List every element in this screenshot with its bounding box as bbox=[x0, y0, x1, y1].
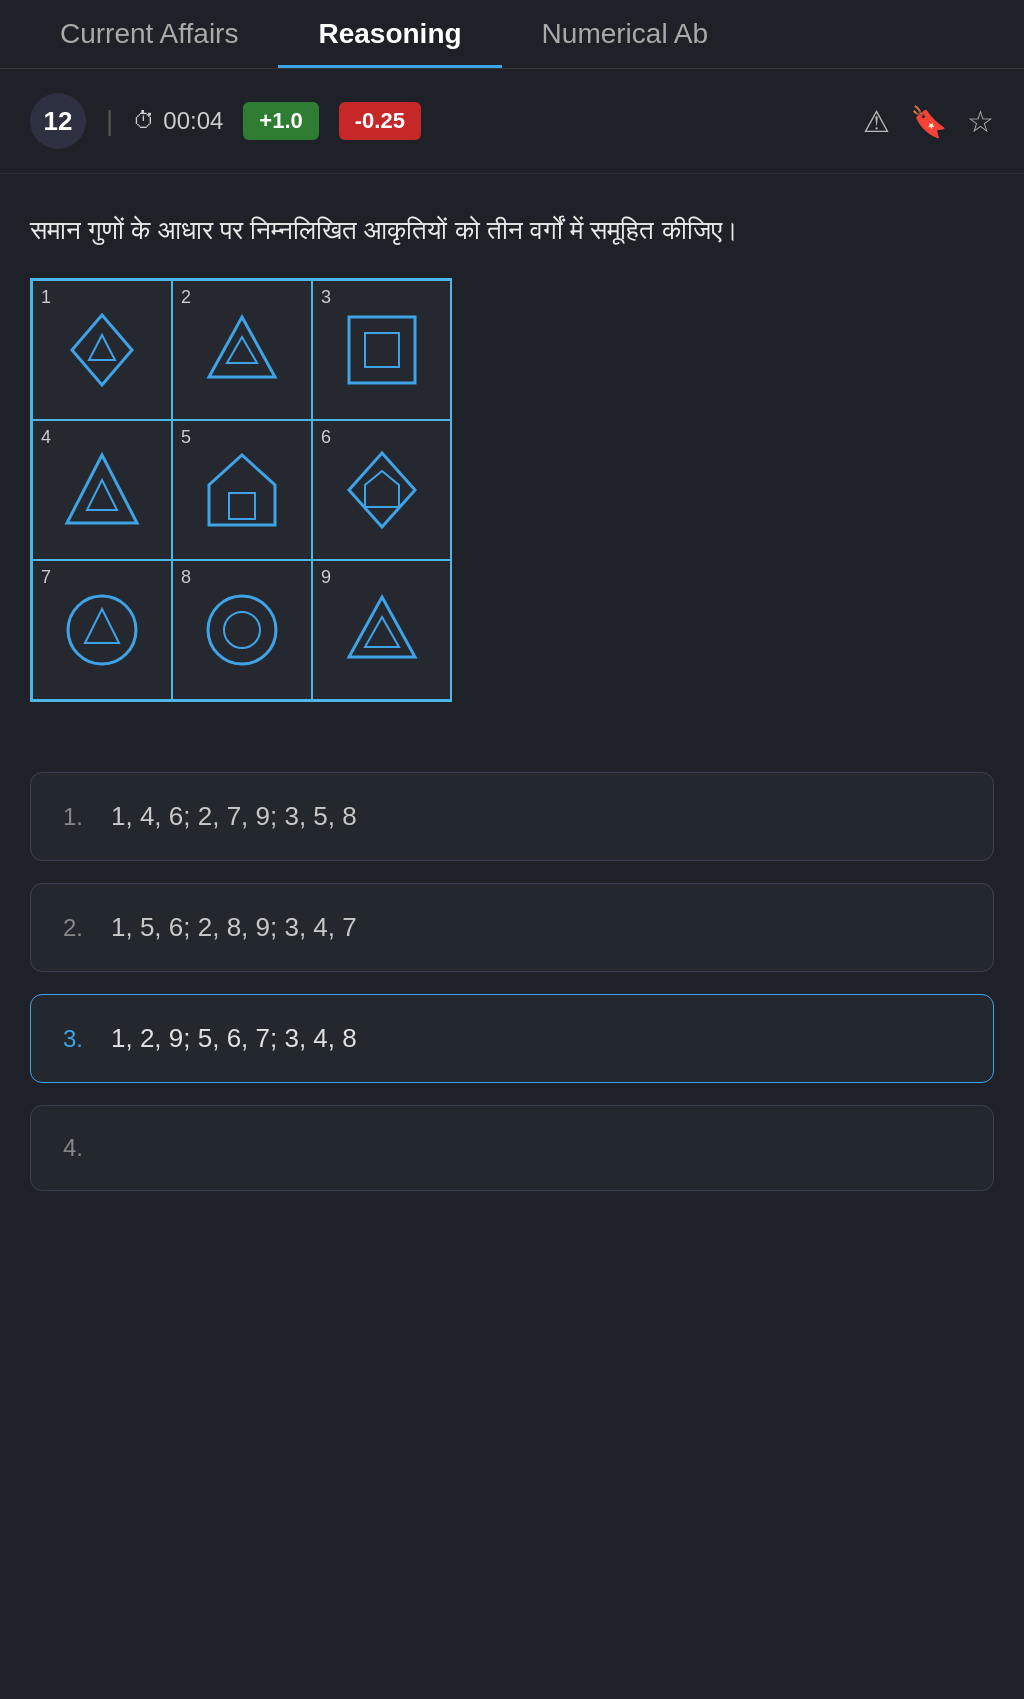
cell-shape-5 bbox=[197, 445, 287, 535]
svg-marker-6 bbox=[67, 455, 137, 523]
option-number-4: 4. bbox=[63, 1134, 93, 1162]
svg-marker-8 bbox=[209, 455, 275, 525]
grid-cell-8: 8 bbox=[172, 560, 312, 700]
cell-number-6: 6 bbox=[321, 427, 331, 448]
cell-number-7: 7 bbox=[41, 567, 51, 588]
negative-mark-badge: -0.25 bbox=[339, 102, 421, 140]
cell-shape-2 bbox=[197, 305, 287, 395]
question-text: समान गुणों के आधार पर निम्नलिखित आकृतियो… bbox=[30, 210, 994, 250]
cell-shape-6 bbox=[337, 445, 427, 535]
option-3[interactable]: 3. 1, 2, 9; 5, 6, 7; 3, 4, 8 bbox=[30, 994, 994, 1083]
svg-rect-5 bbox=[365, 333, 399, 367]
grid-cell-2: 2 bbox=[172, 280, 312, 420]
alert-icon[interactable]: ⚠ bbox=[863, 104, 890, 139]
svg-marker-1 bbox=[89, 335, 115, 360]
grid-cell-5: 5 bbox=[172, 420, 312, 560]
cell-number-9: 9 bbox=[321, 567, 331, 588]
cell-shape-4 bbox=[57, 445, 147, 535]
grid-cell-6: 6 bbox=[312, 420, 452, 560]
tab-reasoning[interactable]: Reasoning bbox=[278, 0, 501, 68]
star-icon[interactable]: ☆ bbox=[967, 104, 994, 139]
svg-marker-10 bbox=[349, 453, 415, 527]
cell-number-1: 1 bbox=[41, 287, 51, 308]
option-4[interactable]: 4. bbox=[30, 1105, 994, 1191]
grid-cell-3: 3 bbox=[312, 280, 452, 420]
cell-shape-9 bbox=[337, 585, 427, 675]
svg-marker-3 bbox=[227, 337, 257, 363]
option-2[interactable]: 2. 1, 5, 6; 2, 8, 9; 3, 4, 7 bbox=[30, 883, 994, 972]
cell-shape-1 bbox=[57, 305, 147, 395]
option-number-1: 1. bbox=[63, 803, 93, 831]
cell-number-2: 2 bbox=[181, 287, 191, 308]
svg-marker-13 bbox=[85, 609, 119, 643]
svg-point-12 bbox=[68, 596, 136, 664]
cell-shape-3 bbox=[337, 305, 427, 395]
option-number-3: 3. bbox=[63, 1025, 93, 1053]
cell-number-3: 3 bbox=[321, 287, 331, 308]
svg-marker-11 bbox=[365, 471, 399, 507]
bookmark-icon[interactable]: 🔖 bbox=[910, 104, 947, 139]
svg-point-14 bbox=[208, 596, 276, 664]
clock-icon: ⏱ bbox=[133, 108, 155, 134]
option-number-2: 2. bbox=[63, 914, 93, 942]
svg-rect-4 bbox=[349, 317, 415, 383]
option-text-3: 1, 2, 9; 5, 6, 7; 3, 4, 8 bbox=[111, 1023, 357, 1054]
positive-mark-badge: +1.0 bbox=[243, 102, 318, 140]
grid-cell-9: 9 bbox=[312, 560, 452, 700]
question-header: 12 | ⏱ 00:04 +1.0 -0.25 ⚠ 🔖 ☆ bbox=[0, 69, 1024, 174]
cell-number-4: 4 bbox=[41, 427, 51, 448]
question-body: समान गुणों के आधार पर निम्नलिखित आकृतियो… bbox=[0, 174, 1024, 772]
cell-shape-7 bbox=[57, 585, 147, 675]
cell-number-5: 5 bbox=[181, 427, 191, 448]
grid-cell-4: 4 bbox=[32, 420, 172, 560]
option-text-1: 1, 4, 6; 2, 7, 9; 3, 5, 8 bbox=[111, 801, 357, 832]
options-list: 1. 1, 4, 6; 2, 7, 9; 3, 5, 8 2. 1, 5, 6;… bbox=[0, 772, 1024, 1191]
svg-rect-9 bbox=[229, 493, 255, 519]
cell-number-8: 8 bbox=[181, 567, 191, 588]
tab-current-affairs[interactable]: Current Affairs bbox=[20, 0, 278, 68]
header-icons: ⚠ 🔖 ☆ bbox=[863, 104, 994, 139]
cell-shape-8 bbox=[197, 585, 287, 675]
tab-numerical[interactable]: Numerical Ab bbox=[502, 0, 749, 68]
nav-tabs: Current Affairs Reasoning Numerical Ab bbox=[0, 0, 1024, 69]
svg-point-15 bbox=[224, 612, 260, 648]
option-text-2: 1, 5, 6; 2, 8, 9; 3, 4, 7 bbox=[111, 912, 357, 943]
shape-grid: 1 2 3 bbox=[30, 278, 452, 702]
separator: | bbox=[106, 105, 113, 137]
svg-marker-0 bbox=[72, 315, 132, 385]
grid-cell-1: 1 bbox=[32, 280, 172, 420]
svg-marker-2 bbox=[209, 317, 275, 377]
option-1[interactable]: 1. 1, 4, 6; 2, 7, 9; 3, 5, 8 bbox=[30, 772, 994, 861]
question-number: 12 bbox=[30, 93, 86, 149]
timer: ⏱ 00:04 bbox=[133, 107, 223, 135]
svg-marker-7 bbox=[87, 480, 117, 510]
grid-cell-7: 7 bbox=[32, 560, 172, 700]
